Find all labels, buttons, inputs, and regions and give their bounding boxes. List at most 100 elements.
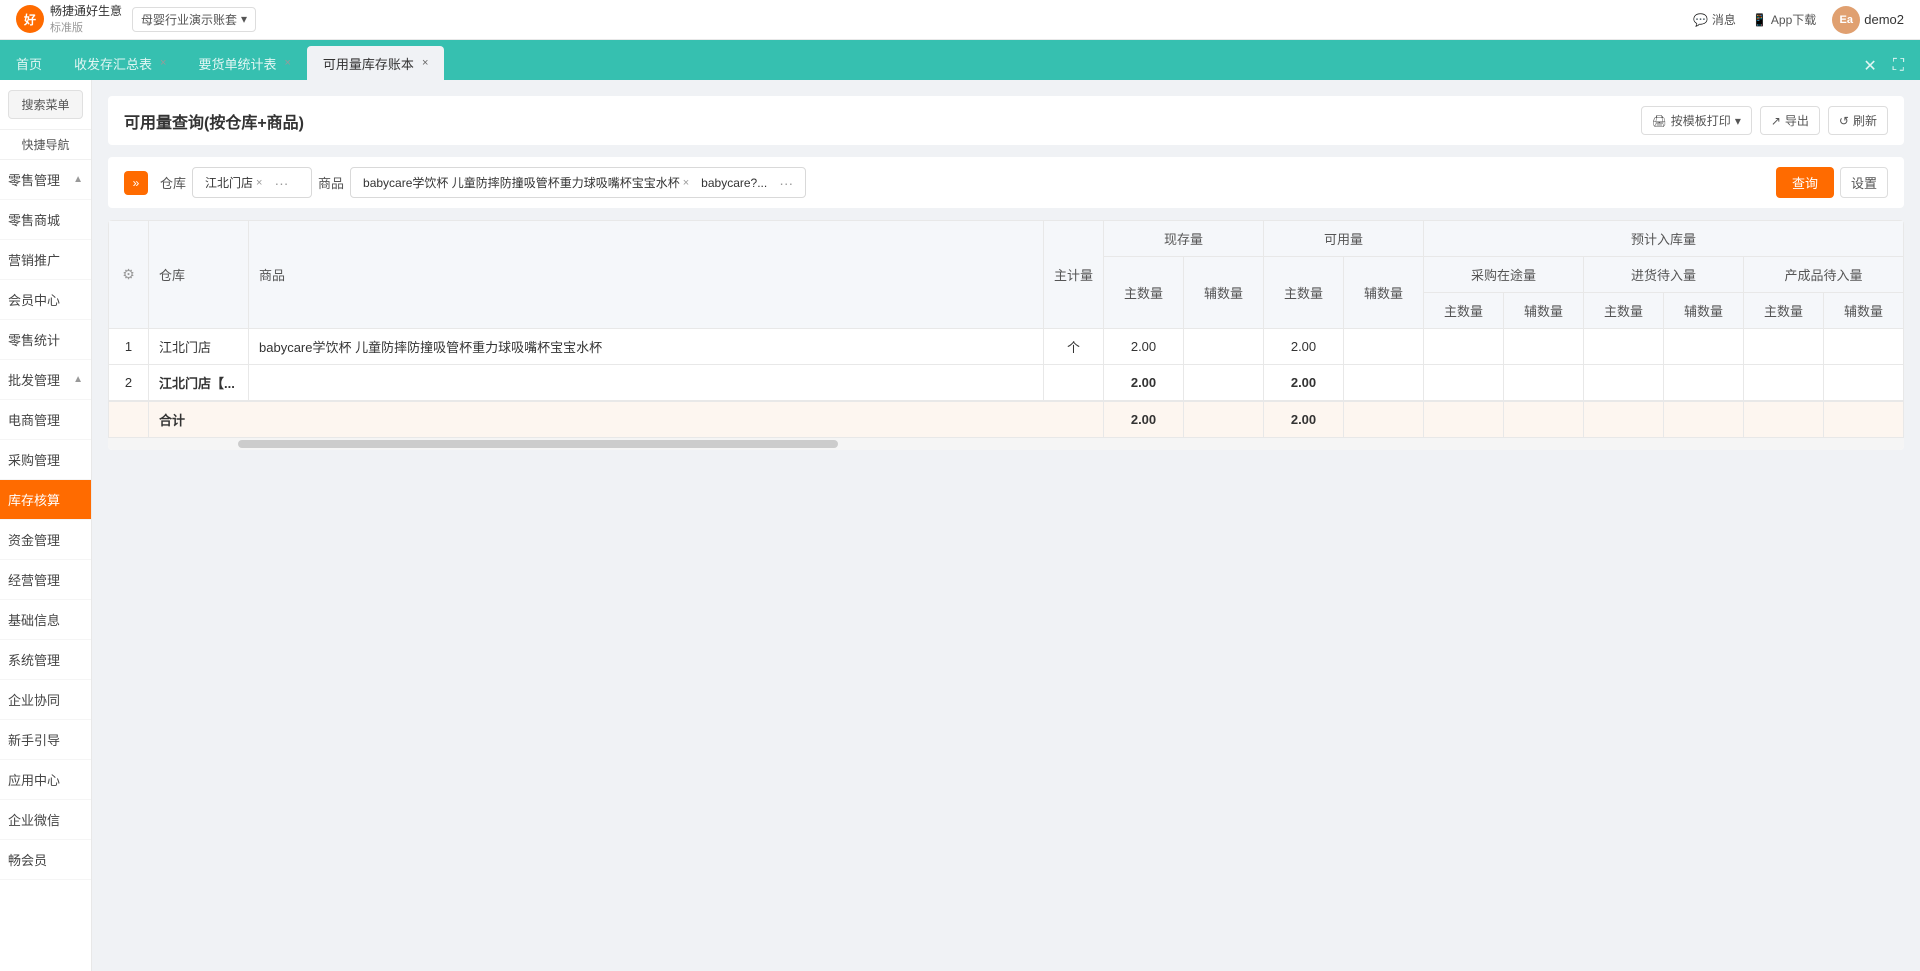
quick-nav-btn[interactable]: 快捷导航 (0, 130, 91, 160)
row2-unit (1043, 365, 1103, 402)
product-input[interactable]: babycare学饮杯 儿童防摔防撞吸管杯重力球吸嘴杯宝宝水杯 × babyca… (350, 167, 806, 198)
row2-transit-aux (1664, 365, 1744, 402)
sidebar-item-retail-mgmt[interactable]: 零售管理 ▲ (0, 160, 91, 200)
sidebar-item-finance[interactable]: 资金管理 (0, 520, 91, 560)
footer-avail-aux (1344, 401, 1424, 438)
content-area: 可用量查询(按仓库+商品) 🖨 按模板打印 ▾ ↗ 导出 ↺ 刷新 (92, 80, 1920, 971)
col-product-header: 商品 (249, 221, 1044, 329)
top-bar-right: 💬 消息 📱 App下载 Ea demo2 (1693, 6, 1904, 34)
search-menu-btn[interactable]: 搜索菜单 (8, 90, 83, 119)
table-footer: 合计 2.00 2.00 (109, 401, 1904, 438)
more-icon[interactable]: ··· (270, 175, 292, 191)
tab-order-stats[interactable]: 要货单统计表 × (182, 46, 306, 80)
sidebar-item-app-center[interactable]: 应用中心 (0, 760, 91, 800)
row1-purchase-aux (1504, 329, 1584, 365)
sidebar-item-members[interactable]: 会员中心 (0, 280, 91, 320)
footer-stock-main: 2.00 (1104, 401, 1184, 438)
username: demo2 (1864, 12, 1904, 27)
tab-home[interactable]: 首页 (0, 46, 58, 80)
footer-empty1 (109, 401, 149, 438)
top-bar-left: 好 畅捷通好生意 标准版 母婴行业演示账套 ▾ (16, 4, 256, 34)
footer-produce-aux (1824, 401, 1904, 438)
col-transit-main-header: 主数量 (1584, 293, 1664, 329)
scroll-bar-area (108, 438, 1904, 450)
close-window-icon[interactable]: ✕ (1859, 52, 1880, 80)
row2-warehouse: 江北门店【... (149, 365, 249, 402)
setting-button[interactable]: 设置 (1840, 167, 1888, 198)
sidebar-item-enterprise-wechat[interactable]: 企业微信 (0, 800, 91, 840)
col-unit-header: 主计量 (1043, 221, 1103, 329)
sidebar-item-marketing[interactable]: 营销推广 (0, 240, 91, 280)
sidebar-item-enterprise-collab[interactable]: 企业协同 (0, 680, 91, 720)
query-button[interactable]: 查询 (1776, 167, 1834, 198)
row2-transit-main (1584, 365, 1664, 402)
logo-text: 畅捷通好生意 (50, 4, 122, 18)
horizontal-scrollbar[interactable] (238, 440, 838, 448)
tab-available-stock[interactable]: 可用量库存账本 × (307, 46, 444, 80)
col-produce-aux-header: 辅数量 (1824, 293, 1904, 329)
remove-product1-icon[interactable]: × (683, 177, 689, 189)
table-container: ⚙ 仓库 商品 主计量 现存量 可用量 预计入库量 主数量 辅数量 (108, 220, 1904, 450)
print-btn[interactable]: 🖨 按模板打印 ▾ (1641, 106, 1752, 135)
row2-produce-aux (1824, 365, 1904, 402)
footer-stock-aux (1184, 401, 1264, 438)
col-avail-main-header: 主数量 (1264, 257, 1344, 329)
download-icon: 📱 (1752, 13, 1767, 27)
sidebar-item-procurement[interactable]: 采购管理 (0, 440, 91, 480)
export-btn[interactable]: ↗ 导出 (1760, 106, 1820, 135)
tab-stock-summary[interactable]: 收发存汇总表 × (58, 46, 182, 80)
page-title: 可用量查询(按仓库+商品) (124, 109, 304, 133)
user-menu[interactable]: Ea demo2 (1832, 6, 1904, 34)
col-stock-main-header: 主数量 (1104, 257, 1184, 329)
row2-purchase-main (1424, 365, 1504, 402)
close-icon[interactable]: × (160, 57, 166, 69)
avatar: Ea (1832, 6, 1860, 34)
close-icon[interactable]: × (422, 57, 428, 69)
sidebar-item-basic-info[interactable]: 基础信息 (0, 600, 91, 640)
sidebar-item-wholesale[interactable]: 批发管理 ▲ (0, 360, 91, 400)
remove-warehouse-icon[interactable]: × (256, 177, 262, 189)
col-available-group-header: 可用量 (1264, 221, 1424, 257)
more-icon[interactable]: ··· (775, 175, 797, 191)
warehouse-input[interactable]: 江北门店 × ··· (192, 167, 312, 198)
filter-expand-btn[interactable]: » (124, 171, 148, 195)
settings-icon[interactable]: ⚙ (122, 266, 135, 282)
app-download-btn[interactable]: 📱 App下载 (1752, 11, 1816, 28)
nav-right: ✕ ⛶ (1859, 52, 1920, 80)
sidebar-item-operations[interactable]: 经营管理 (0, 560, 91, 600)
col-avail-aux-header: 辅数量 (1344, 257, 1424, 329)
col-purchase-sub-header: 采购在途量 (1424, 257, 1584, 293)
refresh-icon: ↺ (1839, 114, 1849, 128)
page-content: 可用量查询(按仓库+商品) 🖨 按模板打印 ▾ ↗ 导出 ↺ 刷新 (92, 80, 1920, 466)
close-icon[interactable]: × (284, 57, 290, 69)
chevron-icon: ▲ (73, 174, 83, 185)
col-incoming-group-header: 预计入库量 (1424, 221, 1904, 257)
sidebar-item-inventory[interactable]: 库存核算 (0, 480, 91, 520)
row2-no: 2 (109, 365, 149, 402)
col-stock-group-header: 现存量 (1104, 221, 1264, 257)
footer-produce-main (1744, 401, 1824, 438)
row1-transit-main (1584, 329, 1664, 365)
message-icon: 💬 (1693, 13, 1708, 27)
table-body: 1 江北门店 babycare学饮杯 儿童防摔防撞吸管杯重力球吸嘴杯宝宝水杯 个… (109, 329, 1904, 402)
col-stock-aux-header: 辅数量 (1184, 257, 1264, 329)
sidebar-item-system[interactable]: 系统管理 (0, 640, 91, 680)
industry-selector[interactable]: 母婴行业演示账套 ▾ (132, 7, 256, 32)
col-produce-sub-header: 产成品待入量 (1744, 257, 1904, 293)
sidebar-item-ecommerce[interactable]: 电商管理 (0, 400, 91, 440)
notifications-btn[interactable]: 💬 消息 (1693, 11, 1736, 28)
sidebar: 搜索菜单 快捷导航 零售管理 ▲ 零售商城 营销推广 会员中心 零售统计 批发管… (0, 80, 92, 971)
sidebar-item-beginner[interactable]: 新手引导 (0, 720, 91, 760)
sidebar-item-retail-stats[interactable]: 零售统计 (0, 320, 91, 360)
row2-avail-main: 2.00 (1264, 365, 1344, 402)
main-layout: 搜索菜单 快捷导航 零售管理 ▲ 零售商城 营销推广 会员中心 零售统计 批发管… (0, 80, 1920, 971)
sidebar-item-member-plus[interactable]: 畅会员 (0, 840, 91, 880)
sidebar-item-retail-mall[interactable]: 零售商城 (0, 200, 91, 240)
row1-stock-aux (1184, 329, 1264, 365)
refresh-btn[interactable]: ↺ 刷新 (1828, 106, 1888, 135)
expand-icon[interactable]: ⛶ (1889, 53, 1908, 79)
product-label: 商品 (318, 173, 344, 192)
top-bar: 好 畅捷通好生意 标准版 母婴行业演示账套 ▾ 💬 消息 📱 App下载 Ea … (0, 0, 1920, 40)
row2-stock-main: 2.00 (1104, 365, 1184, 402)
row1-unit: 个 (1043, 329, 1103, 365)
